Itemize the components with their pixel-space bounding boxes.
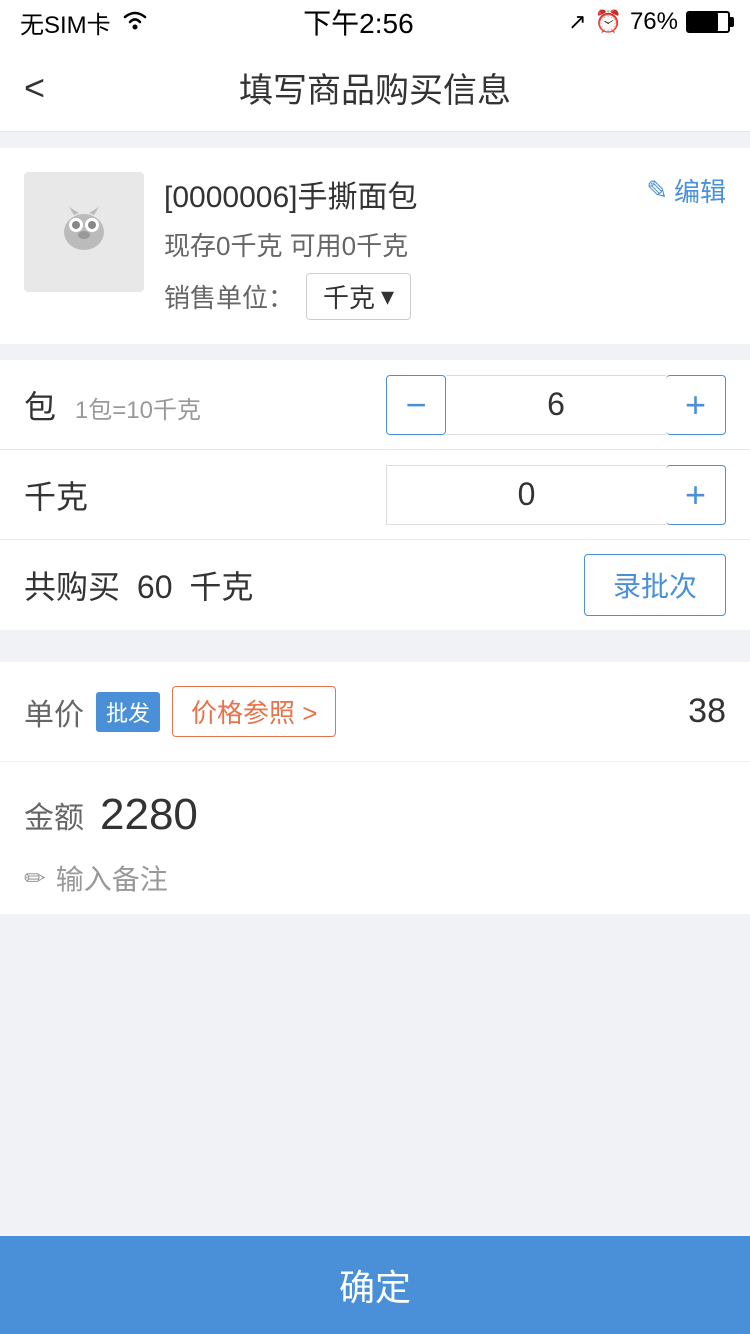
product-card: [0000006]手撕面包 现存0千克 可用0千克 销售单位： 千克 ▾ ✎ 编… [0,148,750,344]
price-label: 单价 [24,690,84,734]
status-bar: 无SIM卡 下午2:56 ↗ ⏰ 76% [0,0,750,44]
product-image [24,172,144,292]
bao-row: 包 1包=10千克 − + [0,360,750,450]
back-button[interactable]: < [24,67,45,109]
product-info: [0000006]手撕面包 现存0千克 可用0千克 销售单位： 千克 ▾ [164,172,726,320]
bao-sublabel: 1包=10千克 [75,397,201,424]
bao-label: 包 1包=10千克 [24,382,386,428]
product-name: [0000006]手撕面包 [164,172,726,216]
price-ref-button[interactable]: 价格参照 > [172,686,336,737]
section-divider-2 [0,630,750,646]
price-label-group: 单价 批发 价格参照 > [24,686,336,737]
status-time: 下午2:56 [303,2,414,42]
product-stock: 现存0千克 可用0千克 [164,226,726,263]
status-right: ↗ ⏰ 76% [568,8,730,36]
kg-input[interactable] [386,465,666,525]
kg-row: 千克 + [0,450,750,540]
amount-label: 金额 [24,793,84,837]
kg-controls: + [386,465,726,525]
confirm-button[interactable]: 确定 [0,1236,750,1334]
amount-value: 2280 [100,790,198,840]
unit-label: 销售单位： [164,278,294,315]
pencil-icon: ✏ [24,863,46,894]
bao-plus-button[interactable]: + [666,375,726,435]
location-icon: ↗ [568,9,586,35]
bottom-area [0,914,750,1214]
price-tag: 批发 [96,692,160,732]
bao-controls: − + [386,375,726,435]
edit-button[interactable]: ✎ 编辑 [646,172,726,209]
bao-input[interactable] [446,375,666,435]
battery-percent: 76% [630,8,678,36]
price-section: 单价 批发 价格参照 > 38 [0,662,750,762]
amount-section: 金额 2280 ✏ 输入备注 [0,762,750,914]
total-text: 共购买 60 千克 [24,562,253,608]
note-input[interactable]: 输入备注 [56,858,168,898]
batch-button[interactable]: 录批次 [584,554,726,616]
alarm-icon: ⏰ [595,9,622,35]
status-left: 无SIM卡 [20,5,149,40]
total-row: 共购买 60 千克 录批次 [0,540,750,630]
price-value: 38 [688,692,726,731]
battery-icon [686,11,730,33]
nav-bar: < 填写商品购买信息 [0,44,750,132]
kg-label: 千克 [24,472,386,518]
input-section: 包 1包=10千克 − + 千克 + [0,360,750,540]
wifi-icon [121,8,149,37]
unit-select[interactable]: 千克 ▾ [306,273,411,320]
kg-plus-button[interactable]: + [666,465,726,525]
note-row[interactable]: ✏ 输入备注 [24,858,726,898]
edit-icon: ✎ [646,175,668,206]
product-unit-row: 销售单位： 千克 ▾ [164,273,726,320]
price-row: 单价 批发 价格参照 > 38 [24,686,726,737]
total-amount: 60 [137,569,173,605]
product-logo [54,197,114,267]
page-title: 填写商品购买信息 [239,63,511,112]
section-divider-1 [0,344,750,360]
bao-minus-button[interactable]: − [386,375,446,435]
carrier-text: 无SIM卡 [20,5,111,40]
amount-row: 金额 2280 [24,790,726,840]
